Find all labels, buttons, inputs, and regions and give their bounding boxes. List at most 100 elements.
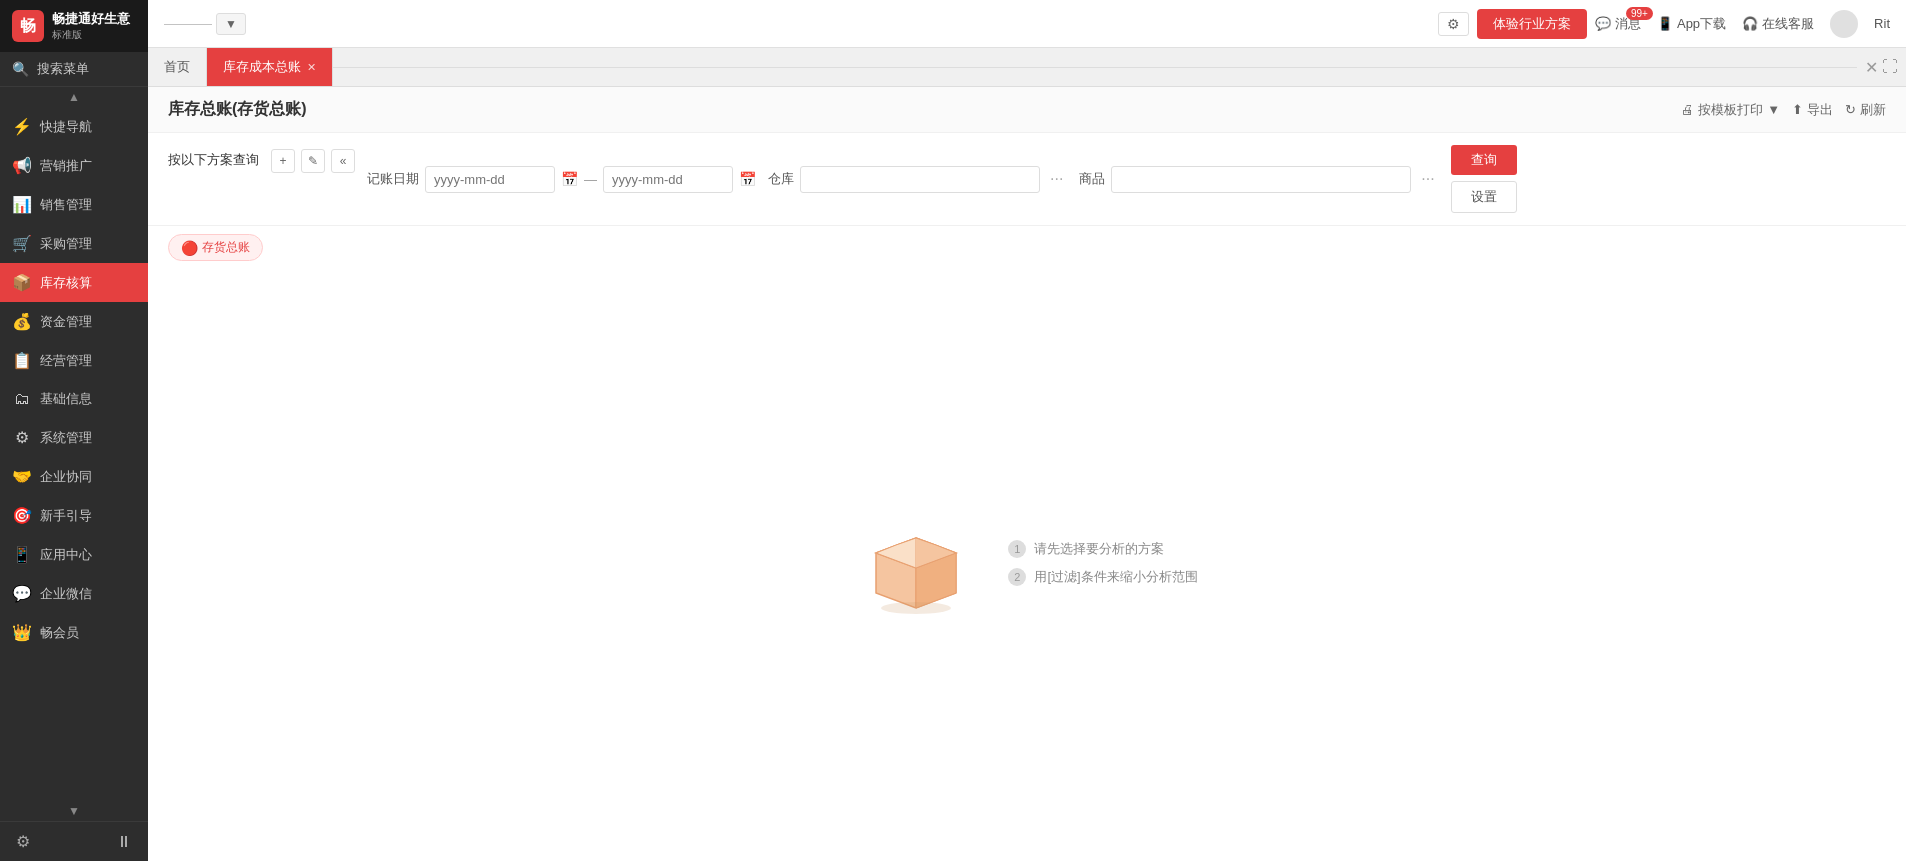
print-label: 按模板打印	[1698, 101, 1763, 119]
print-icon: 🖨	[1681, 102, 1694, 117]
sidebar-item-inventory[interactable]: 📦 库存核算	[0, 263, 148, 302]
filter-add-btn[interactable]: +	[271, 149, 295, 173]
sidebar-item-purchase[interactable]: 🛒 采购管理	[0, 224, 148, 263]
sidebar-item-label: 畅会员	[40, 624, 79, 642]
phone-icon: 📱	[1657, 16, 1673, 31]
page-header-actions: 🖨 按模板打印 ▼ ⬆ 导出 ↻ 刷新	[1681, 101, 1886, 119]
main-content: ———— ▼ ⚙ 体验行业方案 💬 消息 99+ 📱 App下载 🎧 在线客服 …	[148, 0, 1906, 861]
tab-close-icon[interactable]: ✕	[307, 61, 316, 74]
sidebar-item-newbie[interactable]: 🎯 新手引导	[0, 496, 148, 535]
sales-icon: 📊	[12, 195, 32, 214]
sidebar-item-sales[interactable]: 📊 销售管理	[0, 185, 148, 224]
vip-icon: 👑	[12, 623, 32, 642]
sidebar-item-system[interactable]: ⚙ 系统管理	[0, 418, 148, 457]
date-dash: —	[584, 172, 597, 187]
settings-btn[interactable]: 设置	[1451, 181, 1517, 213]
topbar-right: 💬 消息 99+ 📱 App下载 🎧 在线客服 Rit	[1595, 10, 1890, 38]
calendar-start-icon[interactable]: 📅	[561, 171, 578, 187]
saved-filter-tag-inventory[interactable]: 🔴 存货总账	[168, 234, 263, 261]
sidebar-item-vip[interactable]: 👑 畅会员	[0, 613, 148, 652]
sidebar-item-label: 采购管理	[40, 235, 92, 253]
industry-btn[interactable]: 体验行业方案	[1477, 9, 1587, 39]
tag-circle-icon: 🔴	[181, 240, 198, 256]
product-input[interactable]	[1111, 166, 1411, 193]
app-center-icon: 📱	[12, 545, 32, 564]
message-icon: 💬	[1595, 16, 1611, 31]
search-icon: 🔍	[12, 61, 29, 77]
print-dropdown-icon[interactable]: ▼	[1767, 102, 1780, 117]
sidebar-item-label: 营销推广	[40, 157, 92, 175]
sidebar-item-weixin[interactable]: 💬 企业微信	[0, 574, 148, 613]
date-field-label: 记账日期	[367, 170, 419, 188]
logo-text: 畅捷通好生意 标准版	[52, 10, 130, 42]
product-filter-group: 商品 ···	[1079, 166, 1438, 193]
warehouse-more-btn[interactable]: ···	[1046, 170, 1067, 188]
sidebar-item-label: 新手引导	[40, 507, 92, 525]
operations-icon: 📋	[12, 351, 32, 370]
tab-close-btn[interactable]: ✕	[1865, 58, 1878, 77]
quick-nav-icon: ⚡	[12, 117, 32, 136]
warehouse-filter-group: 仓库 ···	[768, 166, 1067, 193]
sidebar-item-label: 销售管理	[40, 196, 92, 214]
nav-dropdown-btn[interactable]: ▼	[216, 13, 246, 35]
export-btn[interactable]: ⬆ 导出	[1792, 101, 1833, 119]
message-badge: 99+	[1626, 7, 1653, 20]
tab-maximize-icon[interactable]: ⛶	[1882, 58, 1898, 76]
sidebar-search[interactable]: 🔍 搜索菜单	[0, 52, 148, 87]
filter-edit-btn[interactable]: ✎	[301, 149, 325, 173]
audio-icon[interactable]: ⏸	[116, 833, 132, 851]
empty-illustration	[856, 503, 976, 623]
online-service-btn[interactable]: 🎧 在线客服	[1742, 15, 1814, 33]
filter-collapse-btn[interactable]: «	[331, 149, 355, 173]
brand-name: 畅捷通好生意	[52, 10, 130, 28]
tab-inventory-cost[interactable]: 库存成本总账 ✕	[207, 48, 333, 86]
system-icon: ⚙	[12, 428, 32, 447]
filter-bar: 按以下方案查询 + ✎ « 记账日期 📅 — 📅	[148, 133, 1906, 226]
scroll-up-arrow[interactable]: ▲	[0, 87, 148, 107]
filter-actions: + ✎ «	[271, 145, 355, 173]
sidebar-logo: 畅 畅捷通好生意 标准版	[0, 0, 148, 52]
date-filter-group: 记账日期 📅 — 📅	[367, 166, 756, 193]
sidebar-menu: ⚡ 快捷导航 📢 营销推广 📊 销售管理 🛒 采购管理 📦 库存核算 💰 资金管…	[0, 107, 148, 801]
sidebar-item-finance[interactable]: 💰 资金管理	[0, 302, 148, 341]
basic-info-icon: 🗂	[12, 390, 32, 408]
tab-home[interactable]: 首页	[148, 48, 207, 86]
logo-icon: 畅	[12, 10, 44, 42]
sidebar-item-quick-nav[interactable]: ⚡ 快捷导航	[0, 107, 148, 146]
settings-bottom-icon[interactable]: ⚙	[16, 832, 30, 851]
empty-state: 1 请先选择要分析的方案 2 用[过滤]条件来缩小分析范围	[148, 265, 1906, 861]
user-avatar[interactable]	[1830, 10, 1858, 38]
product-more-btn[interactable]: ···	[1417, 170, 1438, 188]
sidebar-item-basic-info[interactable]: 🗂 基础信息	[0, 380, 148, 418]
online-service-label: 在线客服	[1762, 15, 1814, 33]
refresh-icon: ↻	[1845, 102, 1856, 117]
edition-label: 标准版	[52, 28, 130, 42]
empty-hint-2: 2 用[过滤]条件来缩小分析范围	[1008, 568, 1197, 586]
tab-inventory-cost-label: 库存成本总账	[223, 58, 301, 76]
breadcrumb-placeholder: ————	[164, 17, 212, 31]
date-start-input[interactable]	[425, 166, 555, 193]
calendar-end-icon[interactable]: 📅	[739, 171, 756, 187]
sidebar-item-label: 资金管理	[40, 313, 92, 331]
topbar-settings-btn[interactable]: ⚙	[1438, 12, 1469, 36]
sidebar-item-marketing[interactable]: 📢 营销推广	[0, 146, 148, 185]
sidebar-item-enterprise[interactable]: 🤝 企业协同	[0, 457, 148, 496]
query-btn[interactable]: 查询	[1451, 145, 1517, 175]
sidebar-item-label: 应用中心	[40, 546, 92, 564]
page-header: 库存总账(存货总账) 🖨 按模板打印 ▼ ⬆ 导出 ↻ 刷新	[148, 87, 1906, 133]
settings-icon: ⚙	[1447, 16, 1460, 32]
finance-icon: 💰	[12, 312, 32, 331]
refresh-btn[interactable]: ↻ 刷新	[1845, 101, 1886, 119]
page-title: 库存总账(存货总账)	[168, 99, 307, 120]
sidebar-item-label: 快捷导航	[40, 118, 92, 136]
warehouse-label: 仓库	[768, 170, 794, 188]
date-end-input[interactable]	[603, 166, 733, 193]
print-btn[interactable]: 🖨 按模板打印 ▼	[1681, 101, 1780, 119]
warehouse-input[interactable]	[800, 166, 1040, 193]
scroll-down-arrow[interactable]: ▼	[0, 801, 148, 821]
sidebar-item-operations[interactable]: 📋 经营管理	[0, 341, 148, 380]
sidebar-item-app-center[interactable]: 📱 应用中心	[0, 535, 148, 574]
message-btn[interactable]: 💬 消息 99+	[1595, 15, 1641, 33]
purchase-icon: 🛒	[12, 234, 32, 253]
app-download-btn[interactable]: 📱 App下载	[1657, 15, 1726, 33]
